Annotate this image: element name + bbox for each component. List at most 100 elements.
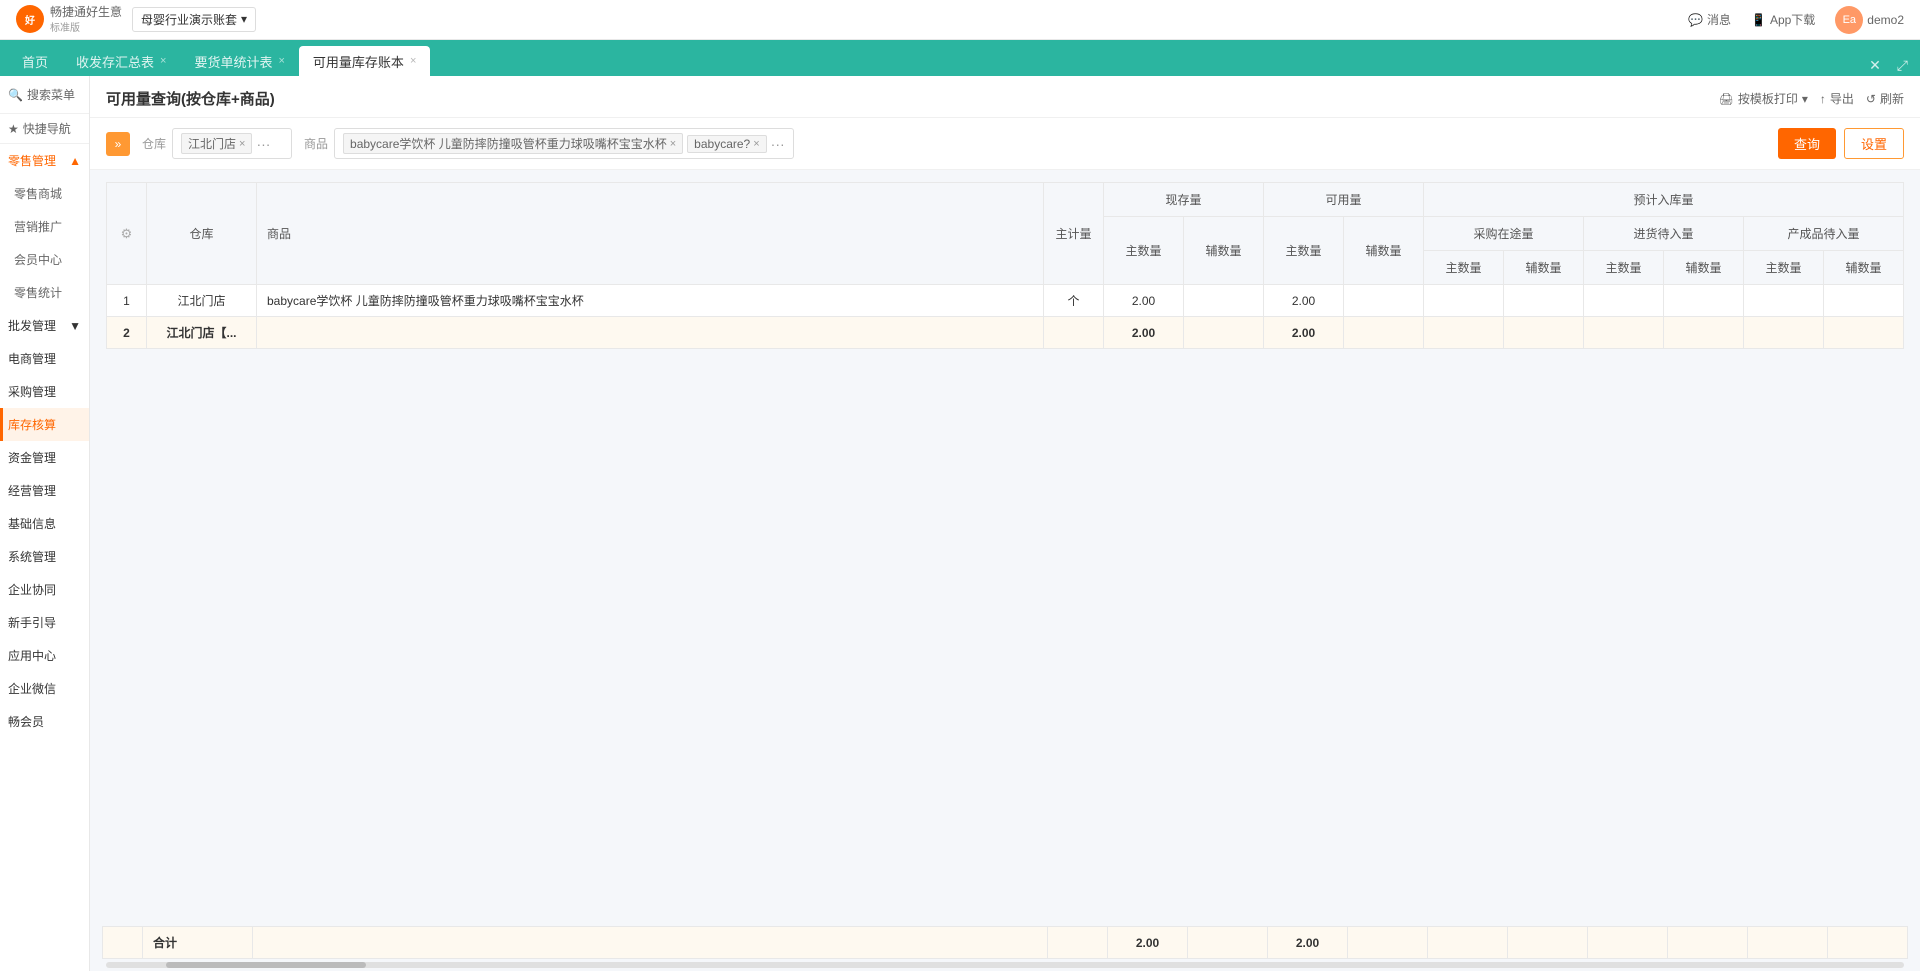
chevron-up-icon: ▲ [69, 154, 81, 168]
close-window-icon[interactable]: ✕ [1865, 55, 1885, 76]
sidebar-item-vip[interactable]: 畅会员 [0, 705, 89, 738]
tab-order-stats-label: 要货单统计表 [194, 52, 272, 71]
tab-available-inventory[interactable]: 可用量库存账本 × [299, 46, 430, 76]
product-label: 商品 [304, 135, 328, 152]
sidebar-nav[interactable]: ★ 快捷导航 [0, 114, 89, 144]
th-current-stock: 现存量 [1104, 183, 1264, 217]
message-button[interactable]: 💬 消息 [1688, 11, 1731, 28]
th-available: 可用量 [1264, 183, 1424, 217]
footer-product-main [1748, 927, 1828, 959]
th-product-pending: 产成品待入量 [1744, 217, 1904, 251]
tab-available-inventory-label: 可用量库存账本 [313, 52, 404, 71]
print-chevron-icon: ▾ [1802, 92, 1808, 106]
sidebar-item-purchase[interactable]: 采购管理 [0, 375, 89, 408]
cell-stock-sub-1 [1184, 285, 1264, 317]
cell-inbound-sub-2 [1664, 317, 1744, 349]
sidebar-enterprise-label: 企业协同 [8, 581, 56, 598]
sidebar-item-retail[interactable]: 零售管理 ▲ [0, 144, 89, 177]
sidebar-item-retail-mall[interactable]: 零售商城 [0, 177, 89, 210]
sidebar-item-newbie[interactable]: 新手引导 [0, 606, 89, 639]
warehouse-input[interactable]: 江北门店 × ··· [172, 128, 292, 159]
warehouse-filter: 仓库 江北门店 × ··· [142, 128, 292, 159]
content-area: 可用量查询(按仓库+商品) 🖨 按模板打印 ▾ ↑ 导出 ↺ 刷新 » [90, 76, 1920, 971]
filter-toggle-button[interactable]: » [106, 132, 130, 156]
main-layout: 🔍 搜索菜单 ★ 快捷导航 零售管理 ▲ 零售商城 营销推广 会员中心 零售统计… [0, 76, 1920, 971]
footer-area: 合计 2.00 2.00 [90, 926, 1920, 959]
sidebar-item-finance[interactable]: 资金管理 [0, 441, 89, 474]
tab-receipts-close[interactable]: × [160, 55, 166, 67]
refresh-button[interactable]: ↺ 刷新 [1866, 90, 1904, 107]
tab-order-stats[interactable]: 要货单统计表 × [180, 46, 298, 76]
cell-avail-main-2: 2.00 [1264, 317, 1344, 349]
product-input[interactable]: babycare学饮杯 儿童防摔防撞吸管杯重力球吸嘴杯宝宝水杯 × babyca… [334, 128, 794, 159]
product-tag-2-remove[interactable]: × [753, 138, 759, 150]
message-label: 消息 [1707, 11, 1731, 28]
tab-bar-right: ✕ ⤢ [1865, 55, 1912, 76]
sidebar: 🔍 搜索菜单 ★ 快捷导航 零售管理 ▲ 零售商城 营销推广 会员中心 零售统计… [0, 76, 90, 971]
tab-receipts[interactable]: 收发存汇总表 × [62, 46, 180, 76]
sidebar-item-enterprise[interactable]: 企业协同 [0, 573, 89, 606]
sidebar-item-member[interactable]: 会员中心 [0, 243, 89, 276]
tab-home[interactable]: 首页 [8, 46, 62, 76]
sidebar-vip-label: 畅会员 [8, 713, 44, 730]
app-download-label: App下载 [1770, 11, 1815, 28]
tab-available-inventory-close[interactable]: × [410, 55, 416, 67]
warehouse-more-icon[interactable]: ··· [256, 136, 270, 152]
filter-actions: 查询 设置 [1778, 128, 1904, 159]
search-icon: 🔍 [8, 88, 23, 102]
footer-stock-sub [1188, 927, 1268, 959]
sidebar-item-ecommerce[interactable]: 电商管理 [0, 342, 89, 375]
sidebar-item-wechat[interactable]: 企业微信 [0, 672, 89, 705]
th-purchase-main: 主数量 [1424, 251, 1504, 285]
template-selector[interactable]: 母婴行业演示账套 ▾ [132, 7, 256, 32]
setting-button[interactable]: 设置 [1844, 128, 1904, 159]
sidebar-retail-stats-label: 零售统计 [14, 286, 62, 300]
sidebar-marketing-label: 营销推广 [14, 220, 62, 234]
sidebar-item-app-center[interactable]: 应用中心 [0, 639, 89, 672]
settings-icon[interactable]: ⚙ [121, 226, 133, 241]
th-avail-sub: 辅数量 [1344, 217, 1424, 285]
tab-order-stats-close[interactable]: × [278, 55, 284, 67]
th-stock-main: 主数量 [1104, 217, 1184, 285]
sidebar-wholesale-label: 批发管理 [8, 317, 56, 334]
product-tag-1-remove[interactable]: × [670, 138, 676, 150]
username-label: demo2 [1867, 13, 1904, 27]
sidebar-item-operations[interactable]: 经营管理 [0, 474, 89, 507]
product-tag-1: babycare学饮杯 儿童防摔防撞吸管杯重力球吸嘴杯宝宝水杯 × [343, 133, 683, 154]
sidebar-item-inventory[interactable]: 库存核算 [0, 408, 89, 441]
logo-text-area: 畅捷通好生意 标准版 [50, 5, 122, 34]
message-icon: 💬 [1688, 13, 1703, 27]
logo-sub: 标准版 [50, 19, 122, 34]
sidebar-basic-label: 基础信息 [8, 515, 56, 532]
logo-area: 好 畅捷通好生意 标准版 [16, 5, 122, 34]
user-area[interactable]: Ea demo2 [1835, 6, 1904, 34]
footer-empty-3 [1048, 927, 1108, 959]
th-inbound-sub: 辅数量 [1664, 251, 1744, 285]
sidebar-wechat-label: 企业微信 [8, 680, 56, 697]
scrollbar-thumb[interactable] [166, 962, 366, 968]
warehouse-tag-remove[interactable]: × [239, 138, 245, 150]
maximize-window-icon[interactable]: ⤢ [1893, 55, 1912, 76]
export-button[interactable]: ↑ 导出 [1820, 90, 1854, 107]
table-row-subtotal: 2 江北门店【... 2.00 2.00 [107, 317, 1904, 349]
horizontal-scrollbar[interactable] [106, 962, 1904, 968]
cell-unit-2 [1044, 317, 1104, 349]
scrollbar-area [90, 959, 1920, 971]
print-button[interactable]: 🖨 按模板打印 ▾ [1719, 90, 1808, 107]
sidebar-search[interactable]: 🔍 搜索菜单 [0, 76, 89, 114]
sidebar-item-system[interactable]: 系统管理 [0, 540, 89, 573]
product-more-icon[interactable]: ··· [771, 136, 785, 152]
footer-row: 合计 2.00 2.00 [103, 927, 1908, 959]
sidebar-item-basic[interactable]: 基础信息 [0, 507, 89, 540]
sidebar-item-marketing[interactable]: 营销推广 [0, 210, 89, 243]
footer-inbound-sub [1668, 927, 1748, 959]
warehouse-label: 仓库 [142, 135, 166, 152]
th-purchase-onway: 采购在途量 [1424, 217, 1584, 251]
query-button[interactable]: 查询 [1778, 128, 1836, 159]
th-product-main: 主数量 [1744, 251, 1824, 285]
sidebar-item-retail-stats[interactable]: 零售统计 [0, 276, 89, 309]
sidebar-item-wholesale[interactable]: 批发管理 ▼ [0, 309, 89, 342]
cell-purchase-main-1 [1424, 285, 1504, 317]
footer-purchase-main [1428, 927, 1508, 959]
app-download-button[interactable]: 📱 App下载 [1751, 11, 1815, 28]
